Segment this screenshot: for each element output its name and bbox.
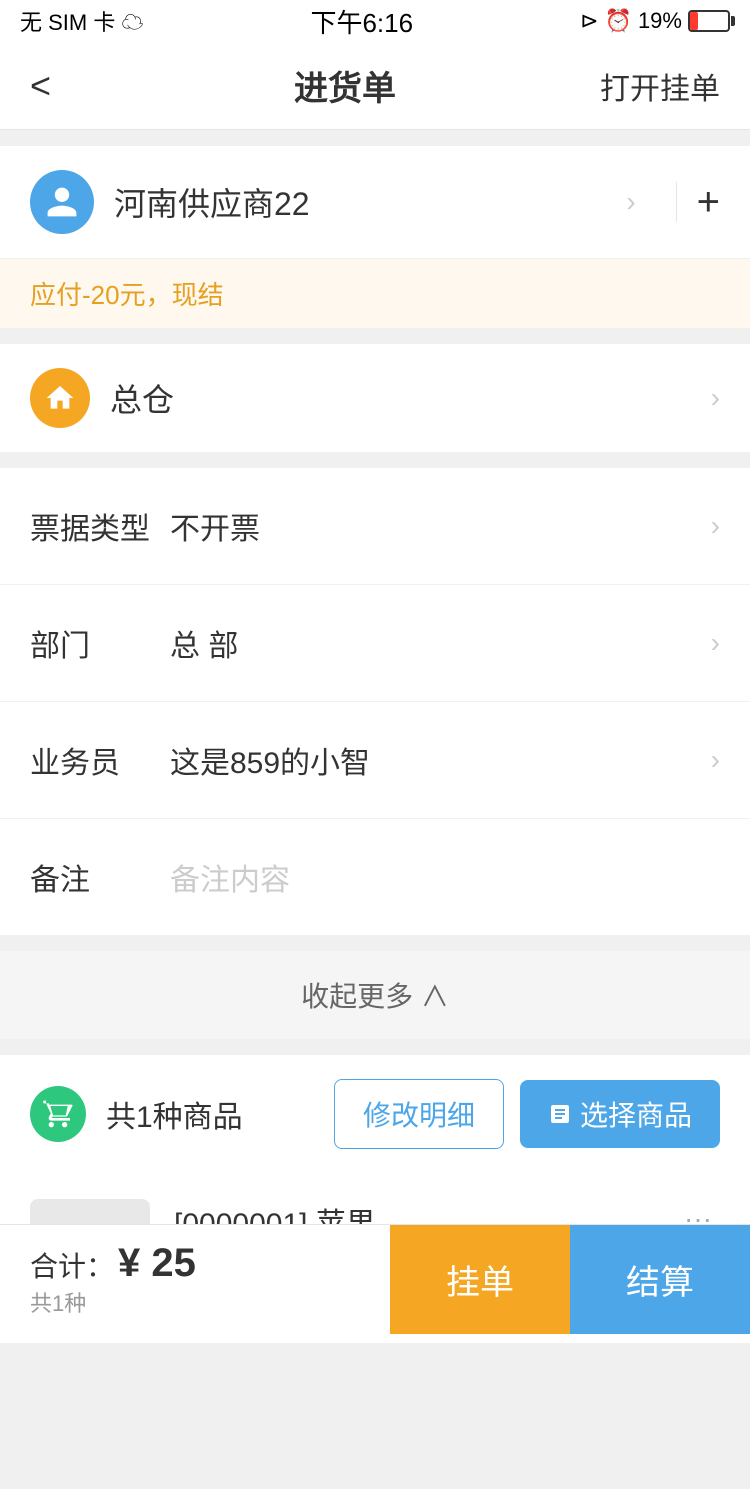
person-icon xyxy=(44,184,80,220)
product-header: 共1种商品 修改明细 选择商品 xyxy=(0,1055,750,1173)
home-icon xyxy=(44,382,76,414)
battery-icon xyxy=(688,10,730,32)
nav-bar: < 进货单 打开挂单 xyxy=(0,42,750,130)
battery-fill xyxy=(690,12,698,30)
modify-detail-button[interactable]: 修改明细 xyxy=(334,1079,504,1149)
location-icon: ⊳ xyxy=(580,8,598,34)
total-label: 合计： xyxy=(30,1245,114,1285)
warehouse-row[interactable]: 总仓 › xyxy=(0,344,750,452)
salesperson-row[interactable]: 业务员 这是859的小智 › xyxy=(0,702,750,819)
supplier-row[interactable]: 河南供应商22 › + xyxy=(0,146,750,259)
invoice-type-value: 不开票 xyxy=(170,504,711,548)
status-left: 无 SIM 卡 ☁ xyxy=(20,5,143,37)
settle-button[interactable]: 结算 xyxy=(570,1225,750,1334)
supplier-divider xyxy=(676,182,677,222)
warehouse-name: 总仓 xyxy=(110,375,711,421)
remark-row[interactable]: 备注 备注内容 xyxy=(0,819,750,935)
warehouse-chevron-icon: › xyxy=(711,382,720,414)
total-amount: ¥ 25 xyxy=(118,1241,196,1286)
hang-button[interactable]: 挂单 xyxy=(390,1225,570,1334)
battery-label: 19% xyxy=(638,8,682,34)
cart-icon xyxy=(42,1098,74,1130)
supplier-chevron-icon: › xyxy=(626,186,635,218)
supplier-avatar xyxy=(30,170,94,234)
invoice-type-label: 票据类型 xyxy=(30,504,170,548)
supplier-section: 河南供应商22 › + 应付-20元，现结 xyxy=(0,146,750,328)
total-count: 共1种 xyxy=(30,1286,360,1318)
department-value: 总 部 xyxy=(170,621,711,665)
remark-label: 备注 xyxy=(30,855,170,899)
department-chevron-icon: › xyxy=(711,627,720,659)
invoice-type-chevron-icon: › xyxy=(711,510,720,542)
status-bar: 无 SIM 卡 ☁ 下午6:16 ⊳ ⏰ 19% xyxy=(0,0,750,42)
select-product-icon xyxy=(548,1102,572,1126)
back-button[interactable]: < xyxy=(30,65,90,107)
status-right: ⊳ ⏰ 19% xyxy=(580,8,730,34)
salesperson-label: 业务员 xyxy=(30,738,170,782)
open-pending-button[interactable]: 打开挂单 xyxy=(600,64,720,108)
product-count-icon xyxy=(30,1086,86,1142)
add-supplier-button[interactable]: + xyxy=(697,180,720,225)
department-label: 部门 xyxy=(30,621,170,665)
status-time: 下午6:16 xyxy=(310,3,413,40)
salesperson-value: 这是859的小智 xyxy=(170,738,711,782)
bottom-bar: 合计： ¥ 25 共1种 挂单 结算 xyxy=(0,1224,750,1334)
remark-value[interactable]: 备注内容 xyxy=(170,855,720,899)
warehouse-icon xyxy=(30,368,90,428)
supplier-name: 河南供应商22 xyxy=(114,179,626,225)
warehouse-section: 总仓 › xyxy=(0,344,750,452)
notice-bar: 应付-20元，现结 xyxy=(0,259,750,328)
alarm-icon: ⏰ xyxy=(605,8,632,34)
sim-status: 无 SIM 卡 ☁ xyxy=(20,5,143,37)
department-row[interactable]: 部门 总 部 › xyxy=(0,585,750,702)
product-count-text: 共1种商品 xyxy=(106,1092,334,1136)
salesperson-chevron-icon: › xyxy=(711,744,720,776)
page-title: 进货单 xyxy=(294,61,396,110)
form-section: 票据类型 不开票 › 部门 总 部 › 业务员 这是859的小智 › 备注 备注… xyxy=(0,468,750,935)
total-row: 合计： ¥ 25 xyxy=(30,1241,360,1286)
bottom-spacer xyxy=(0,1359,750,1489)
collapse-button[interactable]: 收起更多 ∧ xyxy=(0,951,750,1039)
invoice-type-row[interactable]: 票据类型 不开票 › xyxy=(0,468,750,585)
select-product-button[interactable]: 选择商品 xyxy=(520,1080,720,1148)
bottom-total: 合计： ¥ 25 共1种 xyxy=(0,1225,390,1334)
select-product-label: 选择商品 xyxy=(580,1094,692,1134)
